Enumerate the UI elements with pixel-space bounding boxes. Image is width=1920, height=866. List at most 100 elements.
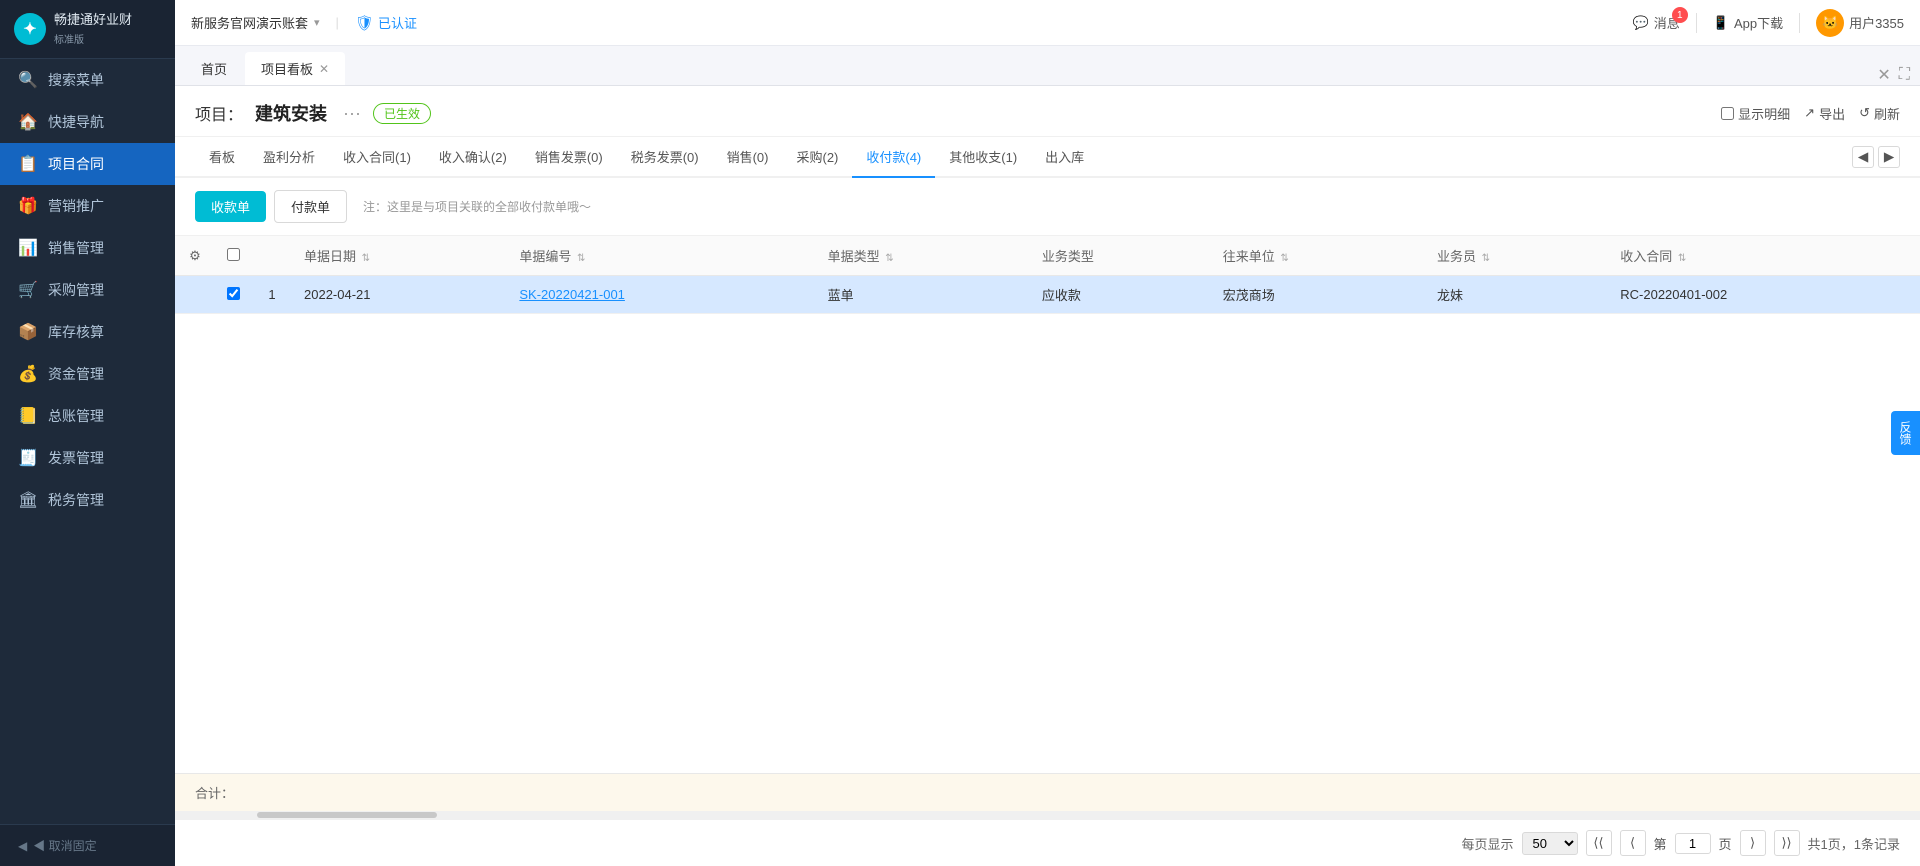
shortcut-icon: 🏠 [18, 112, 38, 132]
cell-date-0: 2022-04-21 [292, 276, 507, 314]
sidebar-item-shortcut[interactable]: 🏠 快捷导航 [0, 101, 175, 143]
subtab-next-button[interactable]: ▶ [1878, 146, 1900, 168]
sidebar-label-marketing: 营销推广 [48, 196, 104, 216]
tab-project-board[interactable]: 项目看板 ✕ [245, 52, 345, 85]
sort-partner-icon: ⇅ [1280, 253, 1288, 264]
subtab-tax-invoice[interactable]: 税务发票(0) [617, 137, 713, 178]
logo-icon: ✦ [14, 13, 46, 45]
data-table: ⚙ 单据日期 ⇅ 单据编号 ⇅ 单据类型 ⇅ 业务类型 往来单位 ⇅ 业务员 ⇅… [175, 236, 1920, 314]
tabs-bar: 首页 项目看板 ✕ ✕ ⛶ [175, 46, 1920, 86]
show-detail-label: 显示明细 [1738, 104, 1790, 123]
th-checkbox[interactable] [215, 236, 252, 276]
message-button[interactable]: 💬 消息 1 [1633, 13, 1680, 32]
page-size-select[interactable]: 50 100 200 [1522, 832, 1578, 855]
sidebar-label-finance: 资金管理 [48, 364, 104, 384]
first-page-button[interactable]: ⟨⟨ [1586, 830, 1612, 856]
app-download-label: App下载 [1734, 13, 1783, 32]
show-detail-checkbox[interactable]: 显示明细 [1721, 104, 1790, 123]
inventory-icon: 📦 [18, 322, 38, 342]
close-button[interactable]: ✕ [1877, 65, 1890, 85]
refresh-label: 刷新 [1874, 104, 1900, 123]
th-type[interactable]: 单据类型 ⇅ [816, 236, 1030, 276]
subtab-sales-invoice[interactable]: 销售发票(0) [521, 137, 617, 178]
cell-partner-0: 宏茂商场 [1211, 276, 1425, 314]
table-wrapper: ⚙ 单据日期 ⇅ 单据编号 ⇅ 单据类型 ⇅ 业务类型 往来单位 ⇅ 业务员 ⇅… [175, 236, 1920, 773]
sidebar-item-project[interactable]: 📋 项目合同 [0, 143, 175, 185]
sidebar-item-finance[interactable]: 💰 资金管理 [0, 353, 175, 395]
th-code[interactable]: 单据编号 ⇅ [507, 236, 815, 276]
certified-label: 已认证 [378, 13, 417, 32]
page-container: 项目： 建筑安装 ··· 已生效 显示明细 ↗ 导出 ↺ 刷新 [175, 86, 1920, 866]
project-name: 建筑安装 [255, 100, 327, 126]
export-label: 导出 [1819, 104, 1845, 123]
th-salesman[interactable]: 业务员 ⇅ [1425, 236, 1608, 276]
horizontal-scrollbar[interactable] [175, 811, 1920, 819]
sidebar: ✦ 畅捷通好业财 标准版 🔍 搜索菜单 🏠 快捷导航 📋 项目合同 🎁 营销推广… [0, 0, 175, 866]
subtab-inventory[interactable]: 出入库 [1031, 137, 1098, 178]
subtab-purchase[interactable]: 采购(2) [782, 137, 852, 178]
main-content: 新服务官网演示账套 ▾ | 🛡 已认证 💬 消息 1 📱 App下载 🐱 [175, 0, 1920, 866]
sidebar-label-project: 项目合同 [48, 154, 104, 174]
cell-biz-type-0: 应收款 [1030, 276, 1211, 314]
subtab-sales[interactable]: 销售(0) [713, 137, 783, 178]
sidebar-item-tax[interactable]: 🏛 税务管理 [0, 479, 175, 521]
subtab-kanban[interactable]: 看板 [195, 137, 249, 178]
cell-contract-0: RC-20220401-002 [1608, 276, 1920, 314]
feedback-button[interactable]: 反馈 [1891, 411, 1920, 455]
account-selector[interactable]: 新服务官网演示账套 ▾ [191, 13, 320, 32]
select-all-checkbox[interactable] [227, 248, 240, 261]
next-page-button[interactable]: ⟩ [1740, 830, 1766, 856]
sidebar-item-ledger[interactable]: 📒 总账管理 [0, 395, 175, 437]
payment-btn[interactable]: 付款单 [274, 190, 347, 223]
show-detail-input[interactable] [1721, 107, 1734, 120]
current-page-input[interactable] [1675, 833, 1711, 854]
cell-salesman-0: 龙妹 [1425, 276, 1608, 314]
user-menu[interactable]: 🐱 用户3355 [1816, 9, 1904, 37]
cell-code-0[interactable]: SK-20220421-001 [507, 276, 815, 314]
table-row[interactable]: 1 2022-04-21 SK-20220421-001 蓝单 应收款 宏茂商场… [175, 276, 1920, 314]
maximize-button[interactable]: ⛶ [1899, 66, 1910, 84]
receipt-btn[interactable]: 收款单 [195, 191, 266, 222]
unpin-label: ◀ 取消固定 [33, 837, 96, 854]
refresh-icon: ↺ [1859, 105, 1870, 121]
project-more-button[interactable]: ··· [343, 103, 361, 124]
row-checkbox-0[interactable] [227, 287, 240, 300]
sidebar-item-invoice[interactable]: 🧾 发票管理 [0, 437, 175, 479]
last-page-button[interactable]: ⟩⟩ [1774, 830, 1800, 856]
tab-close-icon[interactable]: ✕ [319, 62, 329, 76]
sidebar-item-marketing[interactable]: 🎁 营销推广 [0, 185, 175, 227]
page-prefix: 第 [1654, 834, 1667, 853]
th-contract[interactable]: 收入合同 ⇅ [1608, 236, 1920, 276]
th-settings[interactable]: ⚙ [175, 236, 215, 276]
unpin-button[interactable]: ◀ ◀ 取消固定 [0, 824, 175, 866]
subtab-revenue-confirm[interactable]: 收入确认(2) [425, 137, 521, 178]
prev-page-button[interactable]: ⟨ [1620, 830, 1646, 856]
sidebar-item-purchase[interactable]: 🛒 采购管理 [0, 269, 175, 311]
subtab-prev-button[interactable]: ◀ [1852, 146, 1874, 168]
cell-num-0: 1 [252, 276, 292, 314]
subtab-receipts[interactable]: 收付款(4) [852, 137, 935, 178]
sidebar-label-tax: 税务管理 [48, 490, 104, 510]
sort-type-icon: ⇅ [885, 253, 893, 264]
sidebar-label-sales: 销售管理 [48, 238, 104, 258]
cell-checkbox-0[interactable] [215, 276, 252, 314]
user-label: 用户3355 [1849, 13, 1904, 32]
sidebar-item-sales[interactable]: 📊 销售管理 [0, 227, 175, 269]
refresh-button[interactable]: ↺ 刷新 [1859, 104, 1900, 123]
export-icon: ↗ [1804, 105, 1815, 121]
export-button[interactable]: ↗ 导出 [1804, 104, 1845, 123]
sidebar-label-ledger: 总账管理 [48, 406, 104, 426]
scrollbar-thumb[interactable] [257, 812, 437, 818]
divider-2 [1799, 13, 1800, 33]
filter-note: 注：这里是与项目关联的全部收付款单哦～ [363, 198, 591, 215]
subtab-other-income[interactable]: 其他收支(1) [935, 137, 1031, 178]
th-date[interactable]: 单据日期 ⇅ [292, 236, 507, 276]
app-download-button[interactable]: 📱 App下载 [1713, 13, 1783, 32]
tab-home[interactable]: 首页 [185, 52, 243, 85]
subtab-revenue-contract[interactable]: 收入合同(1) [329, 137, 425, 178]
subtab-profit[interactable]: 盈利分析 [249, 137, 329, 178]
th-partner[interactable]: 往来单位 ⇅ [1211, 236, 1425, 276]
app-name: 畅捷通好业财 [54, 12, 132, 29]
sidebar-item-search[interactable]: 🔍 搜索菜单 [0, 59, 175, 101]
sidebar-item-inventory[interactable]: 📦 库存核算 [0, 311, 175, 353]
